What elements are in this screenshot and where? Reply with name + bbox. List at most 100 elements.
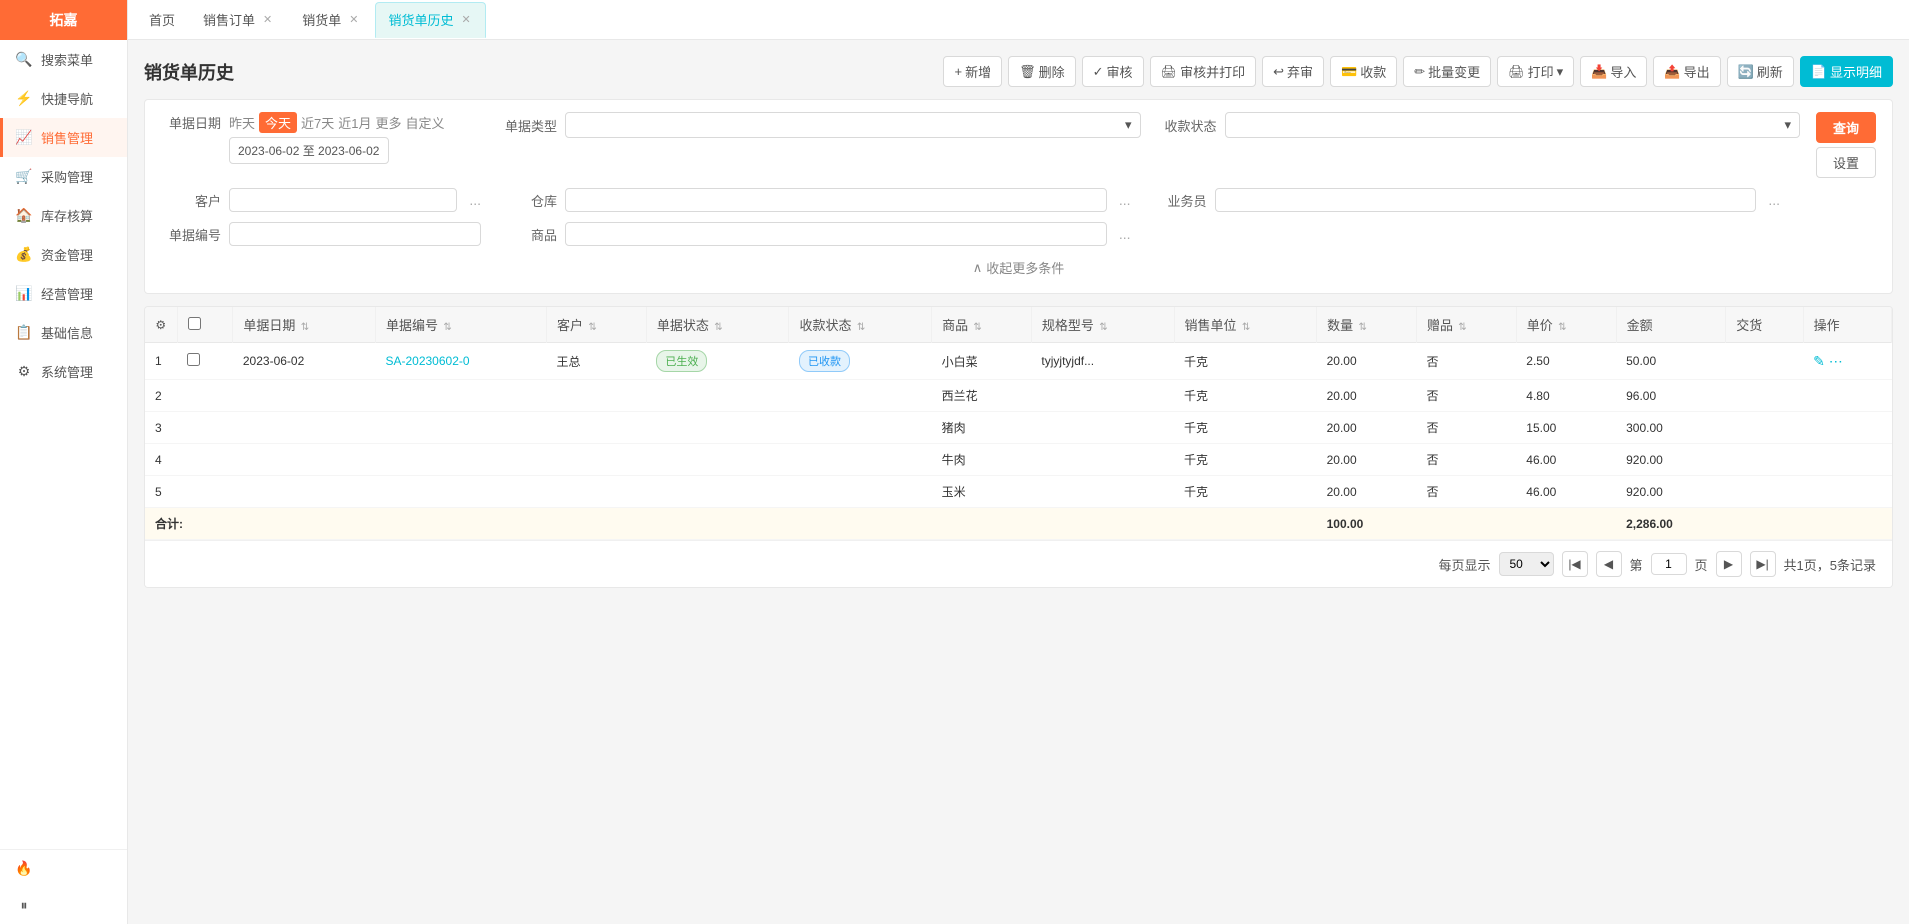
tab-sales-goods[interactable]: 销货单 ✕ <box>289 2 373 38</box>
last-page-button[interactable]: ▶| <box>1750 551 1776 577</box>
row-payment-status <box>789 476 932 508</box>
sidebar-item-purchase-mgmt[interactable]: 🛒 采购管理 <box>0 157 127 196</box>
sidebar-item-system[interactable]: ⚙ 系统管理 <box>0 352 127 391</box>
order-no-input[interactable] <box>229 222 481 246</box>
customer-dots[interactable]: ... <box>469 192 481 208</box>
select-all-checkbox[interactable] <box>188 317 201 330</box>
th-payment-status[interactable]: 收款状态 ⇅ <box>789 307 932 343</box>
sidebar-bottom-pause[interactable]: ⏸ <box>0 887 127 924</box>
th-status[interactable]: 单据状态 ⇅ <box>646 307 789 343</box>
th-date-label: 单据日期 <box>243 318 295 333</box>
tab-sales-order-label: 销售订单 <box>203 10 255 29</box>
shortcut-yesterday[interactable]: 昨天 <box>229 113 255 132</box>
row-checkbox[interactable] <box>177 476 233 508</box>
sidebar-item-basic-info[interactable]: 📋 基础信息 <box>0 313 127 352</box>
sidebar-item-finance[interactable]: 💰 资金管理 <box>0 235 127 274</box>
edit-action[interactable]: ✎ <box>1813 353 1825 369</box>
sidebar-item-sales-mgmt[interactable]: 📈 销售管理 <box>0 118 127 157</box>
batch-change-button[interactable]: ✏ 批量变更 <box>1403 56 1491 87</box>
print-button[interactable]: 🖨 打印 ▾ <box>1497 56 1574 87</box>
staff-input[interactable] <box>1215 188 1757 212</box>
tab-sales-goods-close[interactable]: ✕ <box>347 13 360 26</box>
shortcut-more[interactable]: 更多 <box>376 113 402 132</box>
table-row: 3猪肉千克20.00否15.00300.00 <box>145 412 1892 444</box>
th-checkbox[interactable] <box>177 307 233 343</box>
sort-payment-icon: ⇅ <box>857 322 865 333</box>
th-status-label: 单据状态 <box>657 318 709 333</box>
warehouse-dots[interactable]: ... <box>1119 192 1131 208</box>
customer-input[interactable] <box>229 188 457 212</box>
row-spec <box>1031 412 1174 444</box>
row-status: 已生效 <box>646 343 789 380</box>
th-goods[interactable]: 商品 ⇅ <box>932 307 1032 343</box>
abandon-button[interactable]: ↩ 弃审 <box>1262 56 1324 87</box>
shortcut-1month[interactable]: 近1月 <box>338 113 371 132</box>
next-page-button[interactable]: ▶ <box>1716 551 1742 577</box>
row-checkbox[interactable] <box>177 380 233 412</box>
shortcut-today[interactable]: 今天 <box>259 112 297 133</box>
row-checkbox[interactable] <box>177 343 233 380</box>
th-price[interactable]: 单价 ⇅ <box>1516 307 1616 343</box>
th-unit[interactable]: 销售单位 ⇅ <box>1174 307 1317 343</box>
new-button-label: 新增 <box>965 62 991 81</box>
row-amount: 300.00 <box>1616 412 1726 444</box>
row-order-no[interactable] <box>375 412 546 444</box>
shortcut-custom[interactable]: 自定义 <box>406 113 445 132</box>
per-page-select[interactable]: 50 10 20 100 <box>1499 552 1554 576</box>
row-checkbox[interactable] <box>177 444 233 476</box>
sidebar-bottom-fire[interactable]: 🔥 <box>0 850 127 887</box>
th-customer[interactable]: 客户 ⇅ <box>547 307 647 343</box>
type-select[interactable]: ▾ <box>565 112 1141 138</box>
th-gift[interactable]: 赠品 ⇅ <box>1416 307 1516 343</box>
collect-button[interactable]: 💳 收款 <box>1330 56 1397 87</box>
sort-gift-icon: ⇅ <box>1458 322 1466 333</box>
audit-button[interactable]: ✓ 审核 <box>1082 56 1144 87</box>
import-button[interactable]: 📥 导入 <box>1580 56 1647 87</box>
th-date[interactable]: 单据日期 ⇅ <box>233 307 376 343</box>
setting-button[interactable]: 设置 <box>1816 147 1876 178</box>
shortcut-7days[interactable]: 近7天 <box>301 113 334 132</box>
warehouse-input[interactable] <box>565 188 1107 212</box>
sidebar-item-search-menu[interactable]: 🔍 搜索菜单 <box>0 40 127 79</box>
th-order-no[interactable]: 单据编号 ⇅ <box>375 307 546 343</box>
more-action[interactable]: ⋯ <box>1829 353 1843 369</box>
tab-sales-history-close[interactable]: ✕ <box>460 13 473 26</box>
first-page-button[interactable]: |◀ <box>1562 551 1588 577</box>
row-order-no[interactable] <box>375 380 546 412</box>
tab-home[interactable]: 首页 <box>136 2 188 38</box>
table-row: 4牛肉千克20.00否46.00920.00 <box>145 444 1892 476</box>
row-date <box>233 380 376 412</box>
collapse-button[interactable]: ∧ 收起更多条件 <box>161 254 1876 281</box>
tab-sales-order-close[interactable]: ✕ <box>261 13 274 26</box>
query-button[interactable]: 查询 <box>1816 112 1876 143</box>
sidebar-item-quick-nav[interactable]: ⚡ 快捷导航 <box>0 79 127 118</box>
page-input[interactable] <box>1651 553 1687 575</box>
data-table: ⚙ 单据日期 ⇅ 单据编号 ⇅ 客户 ⇅ <box>145 307 1892 540</box>
sidebar-item-operations[interactable]: 📊 经营管理 <box>0 274 127 313</box>
th-qty[interactable]: 数量 ⇅ <box>1317 307 1417 343</box>
row-order-no[interactable] <box>375 444 546 476</box>
customer-label: 客户 <box>161 191 221 210</box>
date-range-input[interactable]: 2023-06-02 至 2023-06-02 <box>229 137 389 164</box>
new-button[interactable]: + 新增 <box>943 56 1002 87</box>
payment-dropdown-icon: ▾ <box>1784 117 1791 133</box>
goods-dots[interactable]: ... <box>1119 226 1131 242</box>
goods-input[interactable] <box>565 222 1107 246</box>
sidebar-item-inventory[interactable]: 🏠 库存核算 <box>0 196 127 235</box>
row-checkbox[interactable] <box>177 412 233 444</box>
tab-sales-order[interactable]: 销售订单 ✕ <box>190 2 287 38</box>
th-gear[interactable]: ⚙ <box>145 307 177 343</box>
show-detail-button[interactable]: 📄 显示明细 <box>1800 56 1893 87</box>
row-order-no[interactable] <box>375 476 546 508</box>
row-order-no[interactable]: SA-20230602-0 <box>375 343 546 380</box>
th-spec[interactable]: 规格型号 ⇅ <box>1031 307 1174 343</box>
th-unit-label: 销售单位 <box>1185 318 1237 333</box>
tab-sales-history[interactable]: 销货单历史 ✕ <box>375 2 485 38</box>
prev-page-button[interactable]: ◀ <box>1596 551 1622 577</box>
refresh-button[interactable]: 🔄 刷新 <box>1727 56 1794 87</box>
delete-button[interactable]: 🗑 删除 <box>1008 56 1076 87</box>
export-button[interactable]: 📤 导出 <box>1653 56 1720 87</box>
staff-dots[interactable]: ... <box>1768 192 1780 208</box>
payment-select[interactable]: ▾ <box>1225 112 1801 138</box>
audit-print-button[interactable]: 🖨 审核并打印 <box>1150 56 1257 87</box>
